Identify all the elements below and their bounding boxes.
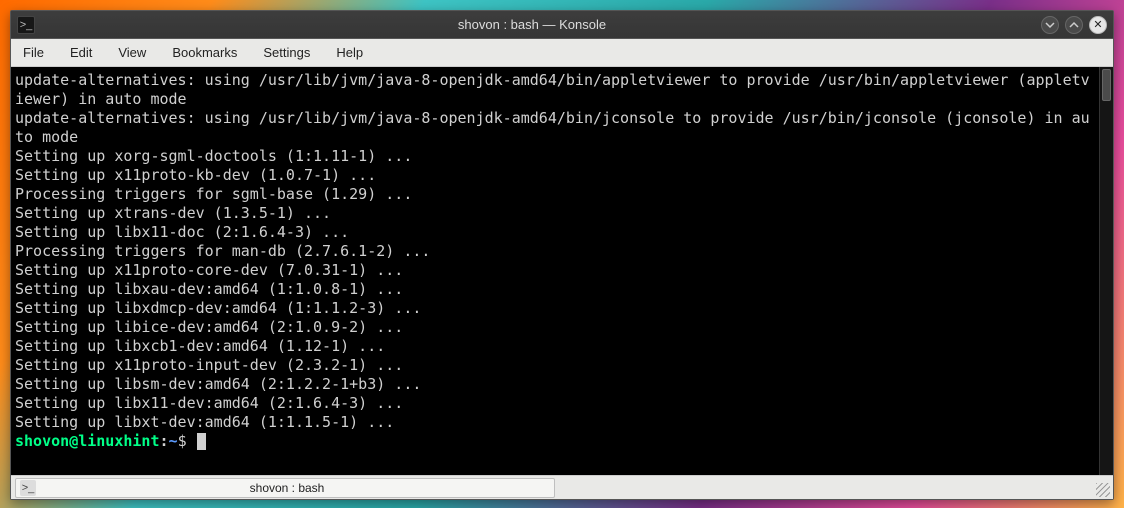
statusbar: >_ shovon : bash xyxy=(11,475,1113,499)
maximize-button[interactable] xyxy=(1065,16,1083,34)
scrollbar[interactable] xyxy=(1099,67,1113,475)
terminal-output[interactable]: update-alternatives: using /usr/lib/jvm/… xyxy=(11,67,1099,475)
terminal-tab-icon: >_ xyxy=(20,480,36,496)
scroll-thumb[interactable] xyxy=(1102,69,1111,101)
konsole-window: >_ shovon : bash — Konsole ✕ File Edit V… xyxy=(10,10,1114,500)
menu-help[interactable]: Help xyxy=(332,43,367,62)
tab-label: shovon : bash xyxy=(40,481,554,495)
close-button[interactable]: ✕ xyxy=(1089,16,1107,34)
window-title: shovon : bash — Konsole xyxy=(23,17,1041,32)
cursor xyxy=(197,433,206,450)
resize-grip[interactable] xyxy=(1096,483,1110,497)
menu-settings[interactable]: Settings xyxy=(259,43,314,62)
menu-view[interactable]: View xyxy=(114,43,150,62)
tab-current[interactable]: >_ shovon : bash xyxy=(15,478,555,498)
menu-bookmarks[interactable]: Bookmarks xyxy=(168,43,241,62)
minimize-button[interactable] xyxy=(1041,16,1059,34)
menu-edit[interactable]: Edit xyxy=(66,43,96,62)
menubar: File Edit View Bookmarks Settings Help xyxy=(11,39,1113,67)
terminal-area: update-alternatives: using /usr/lib/jvm/… xyxy=(11,67,1113,475)
titlebar[interactable]: >_ shovon : bash — Konsole ✕ xyxy=(11,11,1113,39)
menu-file[interactable]: File xyxy=(19,43,48,62)
